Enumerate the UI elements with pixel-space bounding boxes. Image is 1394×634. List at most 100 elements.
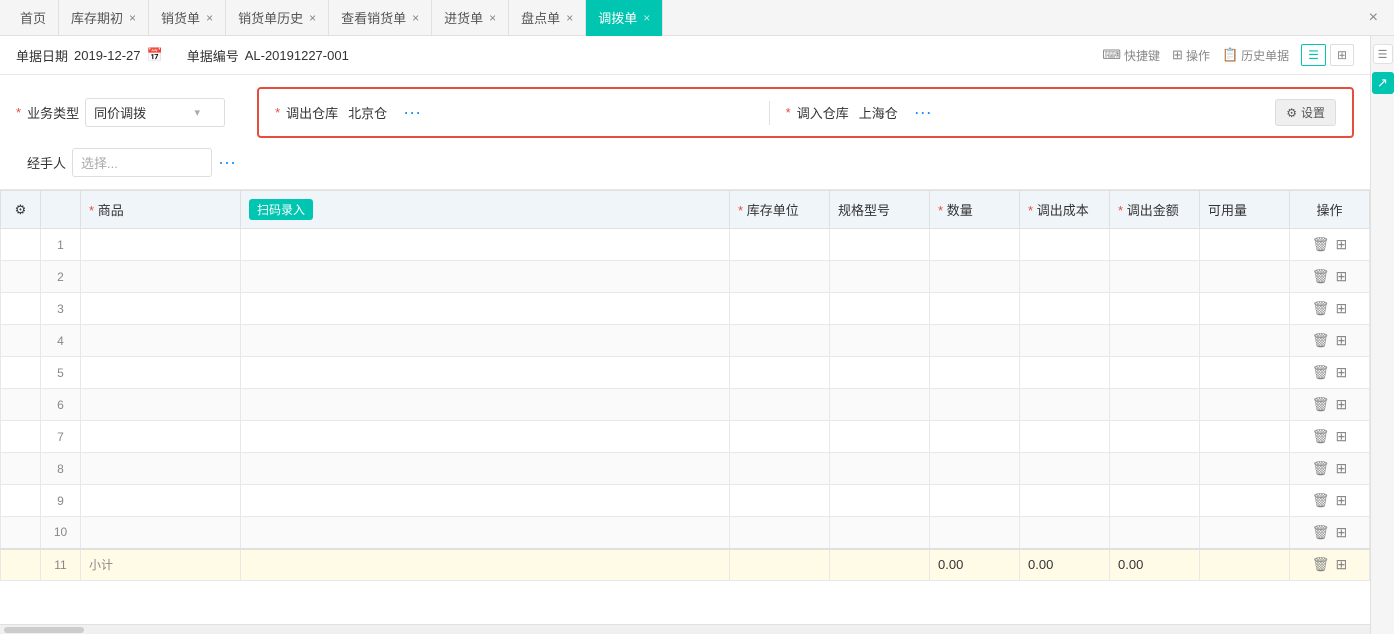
row-amount-cell[interactable] bbox=[1110, 357, 1200, 389]
row-qty-cell[interactable] bbox=[930, 389, 1020, 421]
row-unit-cell[interactable] bbox=[730, 421, 830, 453]
row-qty-cell[interactable] bbox=[930, 293, 1020, 325]
copy-icon[interactable]: ⊞ bbox=[1336, 236, 1348, 253]
row-spec-cell[interactable] bbox=[830, 389, 930, 421]
close-purchase-order-icon[interactable]: × bbox=[489, 11, 496, 25]
row-qty-cell[interactable] bbox=[930, 517, 1020, 549]
panel-export-button[interactable]: ↗ bbox=[1372, 72, 1394, 94]
row-product-cell[interactable] bbox=[81, 517, 241, 549]
calendar-icon[interactable]: 📅 bbox=[147, 47, 163, 63]
copy-icon[interactable]: ⊞ bbox=[1336, 364, 1348, 381]
horizontal-scrollbar[interactable] bbox=[0, 624, 1370, 634]
panel-list-button[interactable]: ☰ bbox=[1373, 44, 1393, 64]
col-scan-header[interactable]: 扫码录入 bbox=[241, 191, 730, 229]
row-product-cell[interactable] bbox=[81, 293, 241, 325]
copy-icon[interactable]: ⊞ bbox=[1336, 460, 1348, 477]
row-product-cell[interactable] bbox=[81, 453, 241, 485]
close-sales-history-icon[interactable]: × bbox=[309, 11, 316, 25]
tab-inventory-check[interactable]: 盘点单 × bbox=[509, 0, 586, 36]
row-cost-cell[interactable] bbox=[1020, 229, 1110, 261]
row-product-cell[interactable] bbox=[81, 229, 241, 261]
history-action[interactable]: 📋 历史单据 bbox=[1222, 47, 1289, 64]
close-sales-order-icon[interactable]: × bbox=[206, 11, 213, 25]
delete-icon[interactable]: 🗑 bbox=[1312, 556, 1330, 573]
delete-icon[interactable]: 🗑 bbox=[1312, 460, 1330, 477]
row-qty-cell[interactable] bbox=[930, 261, 1020, 293]
close-inventory-init-icon[interactable]: × bbox=[129, 11, 136, 25]
close-view-sales-icon[interactable]: × bbox=[412, 11, 419, 25]
settings-button[interactable]: ⚙ 设置 bbox=[1275, 99, 1336, 126]
row-unit-cell[interactable] bbox=[730, 453, 830, 485]
row-cost-cell[interactable] bbox=[1020, 261, 1110, 293]
row-cost-cell[interactable] bbox=[1020, 389, 1110, 421]
tab-transfer-order[interactable]: 调拨单 × bbox=[586, 0, 663, 36]
tab-sales-history[interactable]: 销货单历史 × bbox=[226, 0, 329, 36]
row-product-cell[interactable] bbox=[81, 357, 241, 389]
delete-icon[interactable]: 🗑 bbox=[1312, 236, 1330, 253]
delete-icon[interactable]: 🗑 bbox=[1312, 300, 1330, 317]
row-amount-cell[interactable] bbox=[1110, 325, 1200, 357]
delete-icon[interactable]: 🗑 bbox=[1312, 524, 1330, 541]
close-inventory-check-icon[interactable]: × bbox=[566, 11, 573, 25]
row-amount-cell[interactable] bbox=[1110, 229, 1200, 261]
row-spec-cell[interactable] bbox=[830, 421, 930, 453]
row-qty-cell[interactable] bbox=[930, 453, 1020, 485]
scroll-thumb[interactable] bbox=[4, 627, 84, 633]
row-cost-cell[interactable] bbox=[1020, 357, 1110, 389]
row-product-cell[interactable] bbox=[81, 389, 241, 421]
tab-view-sales[interactable]: 查看销货单 × bbox=[329, 0, 432, 36]
row-spec-cell[interactable] bbox=[830, 517, 930, 549]
shortcut-action[interactable]: ⌨ 快捷键 bbox=[1102, 47, 1160, 64]
copy-icon[interactable]: ⊞ bbox=[1336, 492, 1348, 509]
tab-purchase-order[interactable]: 进货单 × bbox=[432, 0, 509, 36]
warehouse-in-dots[interactable]: ··· bbox=[914, 102, 932, 123]
tab-home[interactable]: 首页 bbox=[8, 0, 59, 36]
row-cost-cell[interactable] bbox=[1020, 485, 1110, 517]
delete-icon[interactable]: 🗑 bbox=[1312, 428, 1330, 445]
person-select[interactable]: 选择... bbox=[72, 148, 212, 177]
row-product-cell[interactable] bbox=[81, 421, 241, 453]
row-qty-cell[interactable] bbox=[930, 421, 1020, 453]
row-product-cell[interactable] bbox=[81, 325, 241, 357]
tab-sales-order[interactable]: 销货单 × bbox=[149, 0, 226, 36]
row-amount-cell[interactable] bbox=[1110, 389, 1200, 421]
row-amount-cell[interactable] bbox=[1110, 453, 1200, 485]
row-cost-cell[interactable] bbox=[1020, 517, 1110, 549]
row-cost-cell[interactable] bbox=[1020, 325, 1110, 357]
person-dots[interactable]: ··· bbox=[218, 152, 236, 173]
delete-icon[interactable]: 🗑 bbox=[1312, 396, 1330, 413]
copy-icon[interactable]: ⊞ bbox=[1336, 524, 1348, 541]
scan-button[interactable]: 扫码录入 bbox=[249, 199, 313, 220]
close-transfer-order-icon[interactable]: × bbox=[643, 11, 650, 25]
list-view-button[interactable]: ☰ bbox=[1301, 44, 1326, 66]
delete-icon[interactable]: 🗑 bbox=[1312, 492, 1330, 509]
biz-type-select[interactable]: 同价调拨 ▾ bbox=[85, 98, 225, 127]
row-qty-cell[interactable] bbox=[930, 357, 1020, 389]
row-amount-cell[interactable] bbox=[1110, 421, 1200, 453]
row-amount-cell[interactable] bbox=[1110, 293, 1200, 325]
copy-icon[interactable]: ⊞ bbox=[1336, 428, 1348, 445]
row-spec-cell[interactable] bbox=[830, 229, 930, 261]
row-spec-cell[interactable] bbox=[830, 325, 930, 357]
row-spec-cell[interactable] bbox=[830, 293, 930, 325]
copy-icon[interactable]: ⊞ bbox=[1336, 300, 1348, 317]
row-unit-cell[interactable] bbox=[730, 261, 830, 293]
row-spec-cell[interactable] bbox=[830, 453, 930, 485]
delete-icon[interactable]: 🗑 bbox=[1312, 268, 1330, 285]
row-unit-cell[interactable] bbox=[730, 485, 830, 517]
row-cost-cell[interactable] bbox=[1020, 421, 1110, 453]
row-qty-cell[interactable] bbox=[930, 229, 1020, 261]
col-settings-header[interactable]: ⚙ bbox=[1, 191, 41, 229]
tab-inventory-init[interactable]: 库存期初 × bbox=[59, 0, 149, 36]
delete-icon[interactable]: 🗑 bbox=[1312, 364, 1330, 381]
row-amount-cell[interactable] bbox=[1110, 485, 1200, 517]
row-qty-cell[interactable] bbox=[930, 325, 1020, 357]
copy-icon[interactable]: ⊞ bbox=[1336, 268, 1348, 285]
row-unit-cell[interactable] bbox=[730, 325, 830, 357]
copy-icon[interactable]: ⊞ bbox=[1336, 556, 1348, 573]
row-unit-cell[interactable] bbox=[730, 229, 830, 261]
row-qty-cell[interactable] bbox=[930, 485, 1020, 517]
global-close-button[interactable]: × bbox=[1361, 9, 1386, 27]
row-unit-cell[interactable] bbox=[730, 517, 830, 549]
row-cost-cell[interactable] bbox=[1020, 293, 1110, 325]
